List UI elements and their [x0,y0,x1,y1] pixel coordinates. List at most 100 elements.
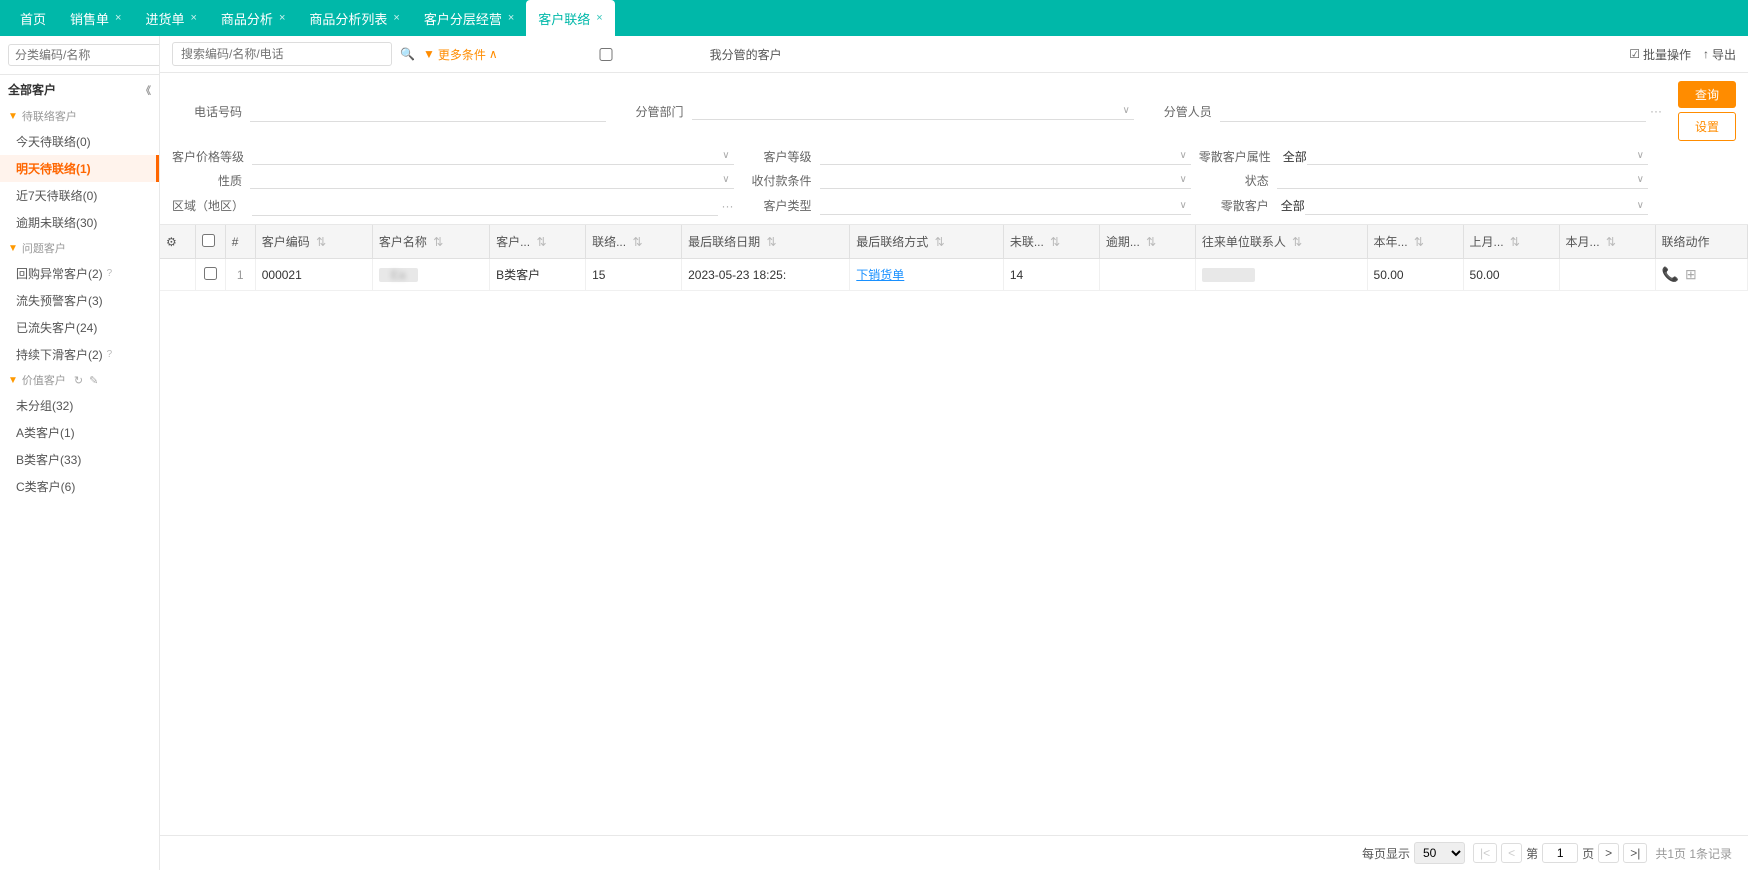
sidebar: 🔍 全部客户 《 ▼ 待联络客户 今天待联络(0) 明天待联络(1) 近7天待联… [0,36,160,870]
sidebar-item-today[interactable]: 今天待联络(0) [0,128,159,155]
region-input[interactable] [252,195,718,216]
page-size-select[interactable]: 50 10 20 100 [1414,842,1465,864]
sidebar-search-input[interactable] [8,44,160,66]
sidebar-item-classA[interactable]: A类客户(1) [0,419,159,446]
customers-table: ⚙ # 客户编码 ⇅ 客户名称 ⇅ 客户... ⇅ 联络... ⇅ 最后联络日期… [160,225,1748,291]
page-size-label: 每页显示 [1362,845,1410,862]
customer-type-select[interactable]: ∨ [820,197,1191,215]
action-phone-icon[interactable]: 📞 [1662,266,1679,283]
query-btn[interactable]: 查询 [1678,81,1736,108]
payment-label: 收付款条件 [742,172,812,189]
ellipsis-icon[interactable]: ··· [1650,104,1662,118]
customer-level-label: 客户等级 [742,148,812,165]
filter-retail: 零散客户 全部 ∨ [1199,197,1648,215]
manager-label: 分管人员 [1142,103,1212,120]
export-btn[interactable]: ↑ 导出 [1703,46,1736,63]
dept-select[interactable]: ∨ [692,102,1134,120]
close-icon[interactable]: × [508,12,514,24]
sidebar-item-overdue[interactable]: 逾期未联络(30) [0,209,159,236]
status-select[interactable]: ∨ [1277,171,1648,189]
page-suffix: 页 [1582,845,1594,862]
retail-attr-select[interactable]: ∨ [1307,147,1648,165]
close-icon[interactable]: × [115,12,121,24]
nav-product-list[interactable]: 商品分析列表 × [297,0,411,36]
th-last-date[interactable]: 最后联络日期 ⇅ [682,225,850,259]
nature-select[interactable]: ∨ [250,171,734,189]
close-icon[interactable]: × [393,12,399,24]
sidebar-item-7days[interactable]: 近7天待联络(0) [0,182,159,209]
sidebar-item-churned[interactable]: 已流失客户(24) [0,314,159,341]
sidebar-item-churn-warning[interactable]: 流失预警客户(3) [0,287,159,314]
td-last-month: 50.00 [1463,259,1559,291]
action-grid-icon[interactable]: ⊞ [1685,266,1697,283]
sidebar-item-classB[interactable]: B类客户(33) [0,446,159,473]
sidebar-item-declining[interactable]: 持续下滑客户(2) ? [0,341,159,368]
status-label: 状态 [1199,172,1269,189]
th-contact[interactable]: 联络... ⇅ [586,225,682,259]
select-all-checkbox[interactable] [202,234,215,247]
group-refresh-icon[interactable]: ↻ [74,374,83,387]
filter-status: 状态 ∨ [1199,171,1648,189]
th-last-method[interactable]: 最后联络方式 ⇅ [850,225,1004,259]
next-page-btn[interactable]: > [1598,843,1619,863]
sidebar-item-repurchase[interactable]: 回购异常客户(2) ? [0,260,159,287]
payment-select[interactable]: ∨ [820,171,1191,189]
page-input[interactable] [1542,843,1578,863]
phone-input[interactable] [250,101,606,122]
ellipsis-icon[interactable]: ··· [722,199,734,213]
batch-op-btn[interactable]: ☑ 批量操作 [1629,46,1691,63]
sidebar-item-classC[interactable]: C类客户(6) [0,473,159,500]
sidebar-item-ungrouped[interactable]: 未分组(32) [0,392,159,419]
th-this-month[interactable]: 本月... ⇅ [1559,225,1655,259]
group-value-label: ▼ 价值客户 ↻ ✎ [0,368,159,392]
nav-sales[interactable]: 销售单 × [58,0,133,36]
filter-manager: 分管人员 ··· [1142,101,1662,122]
retail-attr-value: 全部 [1283,148,1307,165]
last-page-btn[interactable]: >| [1623,843,1647,863]
row-checkbox[interactable] [204,267,217,280]
sidebar-item-tomorrow[interactable]: 明天待联络(1) [0,155,159,182]
price-level-select[interactable]: ∨ [252,147,734,165]
th-type[interactable]: 客户... ⇅ [490,225,586,259]
my-customers-checkbox-label[interactable]: 我分管的客户 [506,46,782,63]
th-this-year[interactable]: 本年... ⇅ [1367,225,1463,259]
nav-home[interactable]: 首页 [8,0,58,36]
first-page-btn[interactable]: |< [1473,843,1497,863]
customer-level-select[interactable]: ∨ [820,147,1191,165]
search-icon[interactable]: 🔍 [400,47,415,61]
th-name[interactable]: 客户名称 ⇅ [372,225,489,259]
contact-method-link[interactable]: 下销货单 [856,268,904,282]
th-settings[interactable]: ⚙ [160,225,195,259]
main-content: 🔍 ▼ 更多条件 ∧ 我分管的客户 ☑ 批量操作 ↑ 导出 [160,36,1748,870]
filter-btn[interactable]: ▼ 更多条件 ∧ [423,46,498,63]
td-type: B类客户 [490,259,586,291]
filter-row-1: 电话号码 分管部门 ∨ 分管人员 ··· 查询 设置 [172,81,1736,141]
table-header-row: ⚙ # 客户编码 ⇅ 客户名称 ⇅ 客户... ⇅ 联络... ⇅ 最后联络日期… [160,225,1748,259]
my-customers-checkbox[interactable] [506,48,706,61]
close-icon[interactable]: × [596,12,602,24]
th-last-month[interactable]: 上月... ⇅ [1463,225,1559,259]
th-past-contact[interactable]: 往来单位联系人 ⇅ [1195,225,1367,259]
retail-select[interactable]: ∨ [1305,197,1648,215]
group-edit-icon[interactable]: ✎ [89,374,98,387]
settings-btn[interactable]: 设置 [1678,112,1736,141]
price-level-label: 客户价格等级 [172,148,244,165]
close-icon[interactable]: × [279,12,285,24]
nav-purchase[interactable]: 进货单 × [133,0,208,36]
all-customers-label: 全部客户 [8,81,56,98]
nav-customer-contact[interactable]: 客户联络 × [526,0,614,36]
th-code[interactable]: 客户编码 ⇅ [255,225,372,259]
close-icon[interactable]: × [190,12,196,24]
manager-input[interactable] [1220,101,1646,122]
nav-product-analysis[interactable]: 商品分析 × [209,0,297,36]
th-overdue[interactable]: 逾期... ⇅ [1099,225,1195,259]
nav-customer-tier[interactable]: 客户分层经营 × [412,0,526,36]
prev-page-btn[interactable]: < [1501,843,1522,863]
search-input[interactable] [172,42,392,66]
all-customers-header[interactable]: 全部客户 《 [0,75,159,104]
page-label: 第 [1526,845,1538,862]
main-layout: 🔍 全部客户 《 ▼ 待联络客户 今天待联络(0) 明天待联络(1) 近7天待联… [0,36,1748,870]
th-uncontacted[interactable]: 未联... ⇅ [1003,225,1099,259]
footer: 每页显示 50 10 20 100 |< < 第 页 > >| 共1页 1条记录 [160,835,1748,870]
pagination-nav: |< < 第 页 > >| [1473,843,1647,863]
